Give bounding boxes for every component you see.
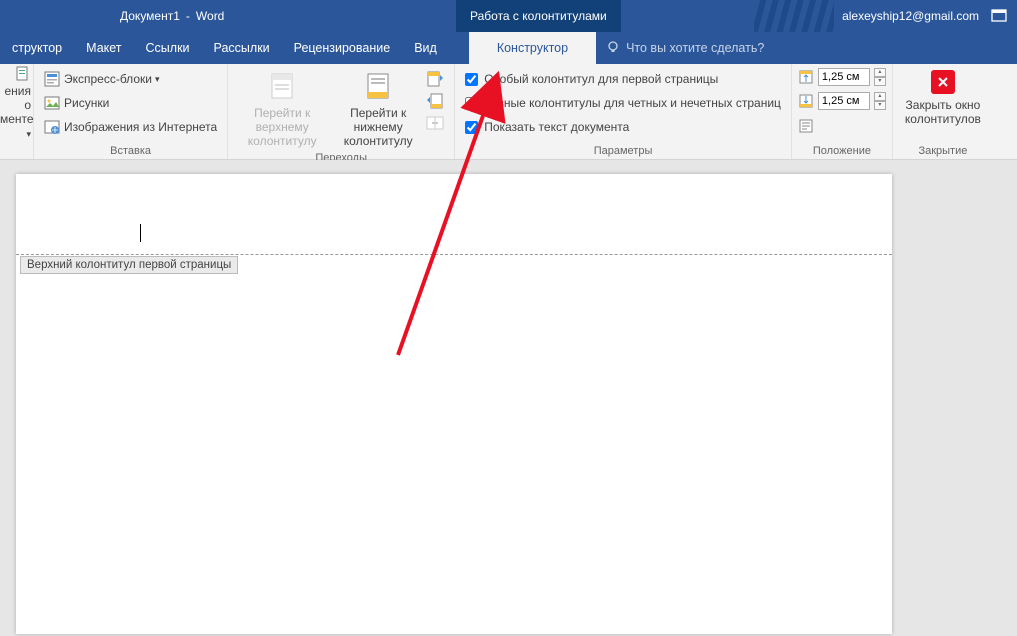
group-options: Особый колонтитул для первой страницы Ра… <box>455 64 792 159</box>
goto-header-button: Перейти к верхнему колонтитулу <box>234 66 330 150</box>
dropdown-icon: ▾ <box>155 74 160 85</box>
spin-up-icon[interactable]: ▴ <box>874 68 886 77</box>
doc-title: Документ1 <box>120 9 180 23</box>
user-email[interactable]: alexeyship12@gmail.com <box>842 9 979 23</box>
online-pictures-icon <box>44 119 60 135</box>
group-label-insert: Вставка <box>40 143 221 159</box>
insert-alignment-tab-icon[interactable] <box>798 118 814 134</box>
footer-bottom-icon <box>798 93 814 109</box>
tell-me[interactable]: Что вы хотите сделать? <box>596 32 1017 64</box>
pictures-button[interactable]: Рисунки <box>40 92 221 114</box>
goto-footer-button[interactable]: Перейти к нижнему колонтитулу <box>330 66 426 150</box>
tab-mailings[interactable]: Рассылки <box>202 32 282 64</box>
decor-stripes <box>754 0 834 32</box>
next-section-icon[interactable] <box>426 92 444 110</box>
tab-references[interactable]: Ссылки <box>134 32 202 64</box>
document-area[interactable]: Верхний колонтитул первой страницы <box>0 160 1017 636</box>
header-top-icon <box>798 69 814 85</box>
header-top-input[interactable] <box>818 68 870 86</box>
group-position: ▴▾ ▴▾ Положение <box>792 64 893 159</box>
spinner[interactable]: ▴▾ <box>874 92 886 110</box>
online-pictures-button[interactable]: Изображения из Интернета <box>40 116 221 138</box>
header-section-tag: Верхний колонтитул первой страницы <box>20 256 238 274</box>
spinner[interactable]: ▴▾ <box>874 68 886 86</box>
ribbon: ения о менте ▾ Экспресс-блоки ▾ Рисунки … <box>0 64 1017 160</box>
ribbon-display-icon[interactable] <box>989 6 1009 26</box>
goto-header-icon <box>266 70 298 102</box>
group-label-position: Положение <box>798 143 886 159</box>
header-separator <box>16 254 892 255</box>
title-bar: Документ1 - Word Работа с колонтитулами … <box>0 0 1017 32</box>
group-insert: Экспресс-блоки ▾ Рисунки Изображения из … <box>34 64 228 159</box>
title-right: alexeyship12@gmail.com <box>754 0 1017 32</box>
checkbox-icon[interactable] <box>465 73 478 86</box>
close-icon <box>931 70 955 94</box>
tab-design-headerfooter[interactable]: Конструктор <box>469 32 596 64</box>
dropdown-icon: ▾ <box>26 129 31 139</box>
doc-info-fragment[interactable]: ения о менте ▾ <box>0 64 34 159</box>
express-blocks-icon <box>44 71 60 87</box>
group-label-options: Параметры <box>461 143 785 159</box>
app-name: Word <box>196 9 224 23</box>
footer-from-bottom[interactable]: ▴▾ <box>798 90 886 112</box>
tab-layout[interactable]: Макет <box>74 32 133 64</box>
tab-row: структор Макет Ссылки Рассылки Рецензиро… <box>0 32 1017 64</box>
express-blocks-button[interactable]: Экспресс-блоки ▾ <box>40 68 221 90</box>
contextual-tab-title: Работа с колонтитулами <box>456 0 621 32</box>
group-close: Закрыть окно колонтитулов Закрытие <box>893 64 993 159</box>
pictures-icon <box>44 95 60 111</box>
page[interactable]: Верхний колонтитул первой страницы <box>16 174 892 634</box>
tab-review[interactable]: Рецензирование <box>282 32 403 64</box>
text-cursor <box>140 224 141 242</box>
goto-footer-icon <box>362 70 394 102</box>
checkbox-icon[interactable] <box>465 121 478 134</box>
previous-section-icon[interactable] <box>426 70 444 88</box>
footer-bottom-input[interactable] <box>818 92 870 110</box>
different-odd-even-checkbox[interactable]: Разные колонтитулы для четных и нечетных… <box>461 92 785 114</box>
doc-info-icon <box>15 66 31 82</box>
different-first-page-checkbox[interactable]: Особый колонтитул для первой страницы <box>461 68 785 90</box>
window-title: Документ1 - Word <box>120 9 224 23</box>
tab-constructor-left[interactable]: структор <box>0 32 74 64</box>
bulb-icon <box>606 40 620 57</box>
title-sep: - <box>186 9 190 23</box>
show-document-text-checkbox[interactable]: Показать текст документа <box>461 116 785 138</box>
checkbox-icon[interactable] <box>465 97 478 110</box>
spin-down-icon[interactable]: ▾ <box>874 101 886 110</box>
header-from-top[interactable]: ▴▾ <box>798 66 886 88</box>
close-header-footer-button[interactable]: Закрыть окно колонтитулов <box>899 66 987 143</box>
group-navigation: Перейти к верхнему колонтитулу Перейти к… <box>228 64 455 159</box>
tab-view[interactable]: Вид <box>402 32 449 64</box>
group-label-close: Закрытие <box>899 143 987 159</box>
spin-down-icon[interactable]: ▾ <box>874 77 886 86</box>
link-previous-icon[interactable] <box>426 114 444 132</box>
spin-up-icon[interactable]: ▴ <box>874 92 886 101</box>
